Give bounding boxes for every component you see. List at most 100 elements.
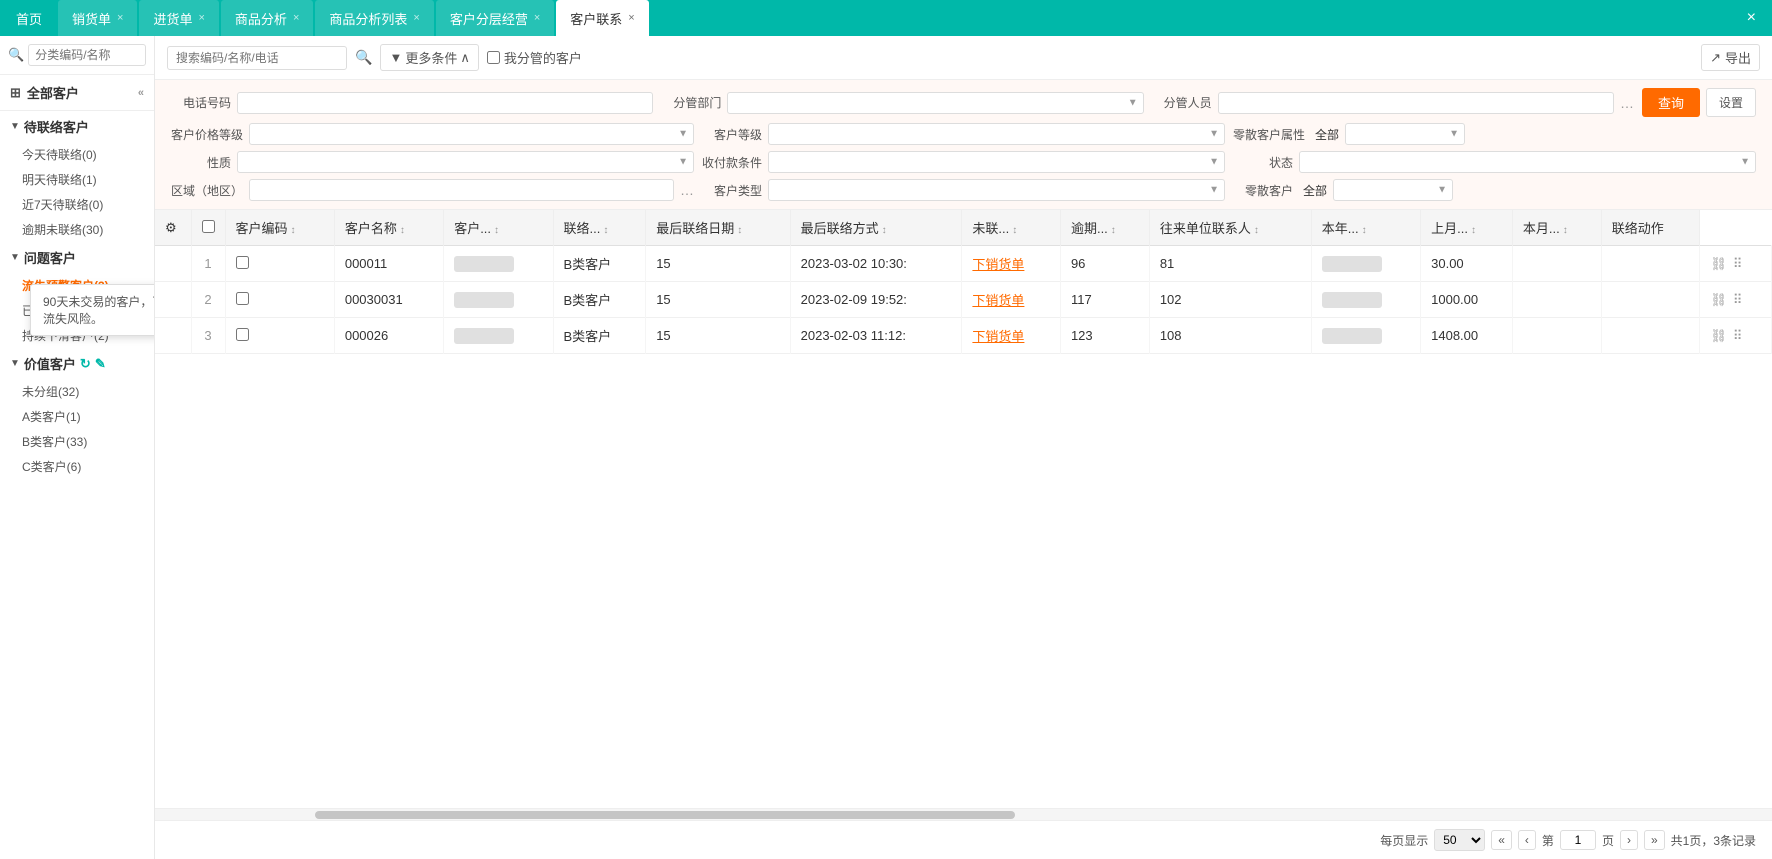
per-page-select[interactable]: 50 100 200 — [1434, 829, 1485, 851]
th-year-amount[interactable]: 本年...↕ — [1311, 210, 1420, 246]
link-icon[interactable]: ⛓ — [1710, 328, 1727, 344]
query-button[interactable]: 查询 — [1642, 88, 1700, 117]
tab-purchase[interactable]: 进货单 × — [139, 0, 218, 36]
last-method-link[interactable]: 下销货单 — [972, 329, 1024, 344]
my-customers-checkbox[interactable]: 我分管的客户 — [487, 48, 582, 67]
td-type: B类客户 — [553, 318, 646, 354]
next-page-button[interactable]: › — [1620, 830, 1638, 850]
sidebar-section-title-pending[interactable]: ▼ 待联络客户 — [0, 111, 154, 142]
retail-attr-select[interactable] — [1345, 123, 1465, 145]
row-checkbox[interactable] — [236, 256, 249, 269]
th-last-date[interactable]: 最后联络日期↕ — [646, 210, 790, 246]
last-method-link[interactable]: 下销货单 — [972, 293, 1024, 308]
th-checkbox[interactable] — [191, 210, 225, 246]
td-last-date: 2023-03-02 10:30: — [790, 246, 962, 282]
tab-customer-contact[interactable]: 客户联系 × — [556, 0, 648, 36]
region-input[interactable] — [249, 179, 674, 201]
scrollbar-thumb[interactable] — [315, 811, 1015, 819]
sidebar-section-title-problem[interactable]: ▼ 问题客户 — [0, 242, 154, 273]
export-button[interactable]: ↗ 导出 — [1701, 44, 1760, 71]
th-name[interactable]: 客户名称↕ — [334, 210, 443, 246]
first-page-button[interactable]: « — [1491, 830, 1512, 850]
th-code[interactable]: 客户编码↕ — [225, 210, 334, 246]
tab-product-analysis[interactable]: 商品分析 × — [221, 0, 313, 36]
sidebar-item-tomorrow[interactable]: 明天待联络(1) — [0, 167, 154, 192]
th-contact2[interactable]: 往来单位联系人↕ — [1149, 210, 1311, 246]
action-icons: ⛓ ⠿ — [1710, 292, 1761, 308]
retail-customer-select[interactable] — [1333, 179, 1453, 201]
more-conditions-button[interactable]: ▼ 更多条件 ∧ — [380, 44, 478, 71]
sidebar-item-7days[interactable]: 近7天待联络(0) — [0, 192, 154, 217]
select-all-checkbox[interactable] — [202, 220, 215, 233]
close-icon[interactable]: × — [534, 12, 540, 24]
th-overdue[interactable]: 逾期...↕ — [1060, 210, 1149, 246]
grid-action-icon[interactable]: ⠿ — [1733, 292, 1743, 308]
phone-input[interactable] — [237, 92, 653, 114]
last-page-button[interactable]: » — [1644, 830, 1665, 850]
td-last-method[interactable]: 下销货单 — [962, 246, 1061, 282]
td-checkbox[interactable] — [225, 246, 334, 282]
th-last-method[interactable]: 最后联络方式↕ — [790, 210, 962, 246]
status-select[interactable] — [1299, 151, 1756, 173]
manager-input[interactable] — [1218, 92, 1614, 114]
more-icon[interactable]: … — [680, 182, 694, 198]
close-icon[interactable]: × — [413, 12, 419, 24]
more-icon[interactable]: … — [1620, 95, 1634, 111]
th-this-month[interactable]: 本月...↕ — [1512, 210, 1601, 246]
td-checkbox[interactable] — [225, 318, 334, 354]
td-name — [444, 246, 553, 282]
tab-customer-tier[interactable]: 客户分层经营 × — [436, 0, 554, 36]
sidebar-section-title-value[interactable]: ▼ 价值客户 ↻ ✎ — [0, 348, 154, 379]
tab-product-analysis-list[interactable]: 商品分析列表 × — [315, 0, 433, 36]
price-grade-select[interactable] — [249, 123, 694, 145]
close-icon[interactable]: × — [198, 12, 204, 24]
sidebar-item-class-b[interactable]: B类客户(33) — [0, 429, 154, 454]
link-icon[interactable]: ⛓ — [1710, 292, 1727, 308]
close-all-button[interactable]: × — [1731, 9, 1772, 27]
close-icon[interactable]: × — [628, 12, 634, 24]
link-icon[interactable]: ⛓ — [1710, 256, 1727, 272]
customer-type-select[interactable] — [768, 179, 1225, 201]
horizontal-scrollbar[interactable] — [155, 808, 1772, 820]
tab-sales[interactable]: 销货单 × — [58, 0, 137, 36]
sidebar-item-class-c[interactable]: C类客户(6) — [0, 454, 154, 479]
td-last-method[interactable]: 下销货单 — [962, 318, 1061, 354]
settings-button[interactable]: 设置 — [1706, 88, 1756, 117]
close-icon[interactable]: × — [117, 12, 123, 24]
search-button[interactable]: 🔍 — [355, 49, 372, 66]
td-uncontacted: 123 — [1060, 318, 1149, 354]
edit-icon[interactable]: ✎ — [95, 356, 106, 372]
tab-home[interactable]: 首页 — [0, 0, 58, 36]
grid-action-icon[interactable]: ⠿ — [1733, 256, 1743, 272]
row-checkbox[interactable] — [236, 292, 249, 305]
prev-page-button[interactable]: ‹ — [1518, 830, 1536, 850]
nature-select[interactable] — [237, 151, 694, 173]
th-settings[interactable]: ⚙ — [155, 210, 191, 246]
grid-action-icon[interactable]: ⠿ — [1733, 328, 1743, 344]
td-checkbox[interactable] — [225, 282, 334, 318]
refresh-icon[interactable]: ↻ — [80, 356, 91, 372]
search-input[interactable] — [167, 46, 347, 70]
dept-select[interactable] — [727, 92, 1143, 114]
sidebar-item-ungrouped[interactable]: 未分组(32) — [0, 379, 154, 404]
td-actions: ⛓ ⠿ — [1700, 246, 1772, 282]
td-last-month — [1512, 246, 1601, 282]
content-area: 🔍 ▼ 更多条件 ∧ 我分管的客户 ↗ 导出 电话号码 — [155, 36, 1772, 859]
sidebar-item-overdue[interactable]: 逾期未联络(30) — [0, 217, 154, 242]
last-method-link[interactable]: 下销货单 — [972, 257, 1024, 272]
sidebar-item-class-a[interactable]: A类客户(1) — [0, 404, 154, 429]
page-input[interactable] — [1560, 830, 1596, 850]
row-checkbox[interactable] — [236, 328, 249, 341]
th-type[interactable]: 客户...↕ — [444, 210, 553, 246]
th-contact[interactable]: 联络...↕ — [553, 210, 646, 246]
sidebar-search-input[interactable] — [28, 44, 146, 66]
sidebar-all-customers[interactable]: ⊞ 全部客户 « — [0, 75, 154, 111]
close-icon[interactable]: × — [293, 12, 299, 24]
payment-select[interactable] — [768, 151, 1225, 173]
th-last-month[interactable]: 上月...↕ — [1421, 210, 1513, 246]
sidebar-item-today[interactable]: 今天待联络(0) — [0, 142, 154, 167]
td-last-method[interactable]: 下销货单 — [962, 282, 1061, 318]
my-customers-check[interactable] — [487, 51, 500, 64]
customer-grade-select[interactable] — [768, 123, 1225, 145]
th-uncontacted[interactable]: 未联...↕ — [962, 210, 1061, 246]
